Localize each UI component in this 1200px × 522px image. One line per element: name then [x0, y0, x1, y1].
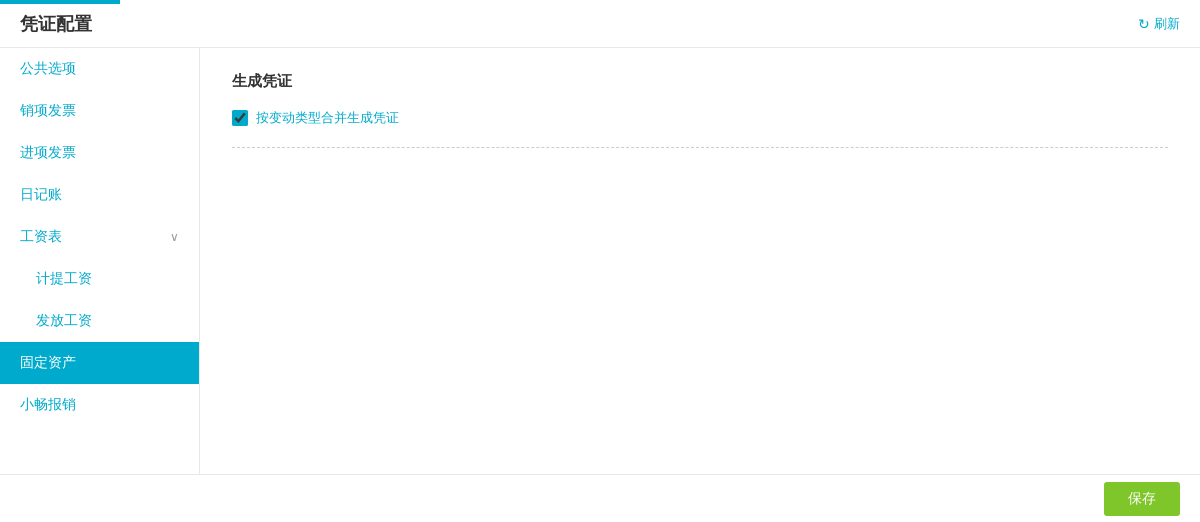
sidebar-item-fixed-assets[interactable]: 固定资产 [0, 342, 199, 384]
section-title: 生成凭证 [232, 72, 1168, 91]
sidebar-item-payroll-accrual[interactable]: 计提工资 [0, 258, 199, 300]
sidebar-item-label: 固定资产 [20, 354, 76, 372]
sidebar-item-sales-invoice[interactable]: 销项发票 [0, 90, 199, 132]
save-button[interactable]: 保存 [1104, 482, 1180, 516]
sidebar-item-label: 日记账 [20, 186, 62, 204]
sidebar-item-label: 销项发票 [20, 102, 76, 120]
sidebar-item-label: 计提工资 [36, 270, 92, 288]
sidebar-item-payroll-payment[interactable]: 发放工资 [0, 300, 199, 342]
main-layout: 公共选项销项发票进项发票日记账工资表 ∨ 计提工资发放工资固定资产小畅报销 生成凭证… [0, 48, 1200, 474]
sidebar-item-purchase-invoice[interactable]: 进项发票 [0, 132, 199, 174]
page-header: 凭证配置 ↻ 刷新 [0, 0, 1200, 48]
page-footer: 保存 [0, 474, 1200, 522]
merge-checkbox-label[interactable]: 按变动类型合并生成凭证 [256, 109, 399, 127]
sidebar-item-label: 小畅报销 [20, 396, 76, 414]
tab-indicator [0, 0, 120, 4]
refresh-label: 刷新 [1154, 15, 1180, 33]
sidebar-item-payroll[interactable]: 工资表 ∨ [0, 216, 199, 258]
merge-checkbox[interactable] [232, 110, 248, 126]
refresh-button[interactable]: ↻ 刷新 [1138, 15, 1180, 33]
sidebar-item-public-options[interactable]: 公共选项 [0, 48, 199, 90]
chevron-down-icon: ∨ [170, 230, 179, 244]
checkbox-row: 按变动类型合并生成凭证 [232, 109, 1168, 127]
sidebar-item-label: 进项发票 [20, 144, 76, 162]
refresh-icon: ↻ [1138, 16, 1150, 32]
sidebar: 公共选项销项发票进项发票日记账工资表 ∨ 计提工资发放工资固定资产小畅报销 [0, 48, 200, 474]
section-divider [232, 147, 1168, 148]
sidebar-item-label: 工资表 [20, 228, 62, 246]
main-content: 生成凭证 按变动类型合并生成凭证 [200, 48, 1200, 474]
page-title: 凭证配置 [20, 12, 92, 36]
sidebar-item-expense-report[interactable]: 小畅报销 [0, 384, 199, 426]
sidebar-item-journal[interactable]: 日记账 [0, 174, 199, 216]
sidebar-item-label: 发放工资 [36, 312, 92, 330]
sidebar-item-label: 公共选项 [20, 60, 76, 78]
